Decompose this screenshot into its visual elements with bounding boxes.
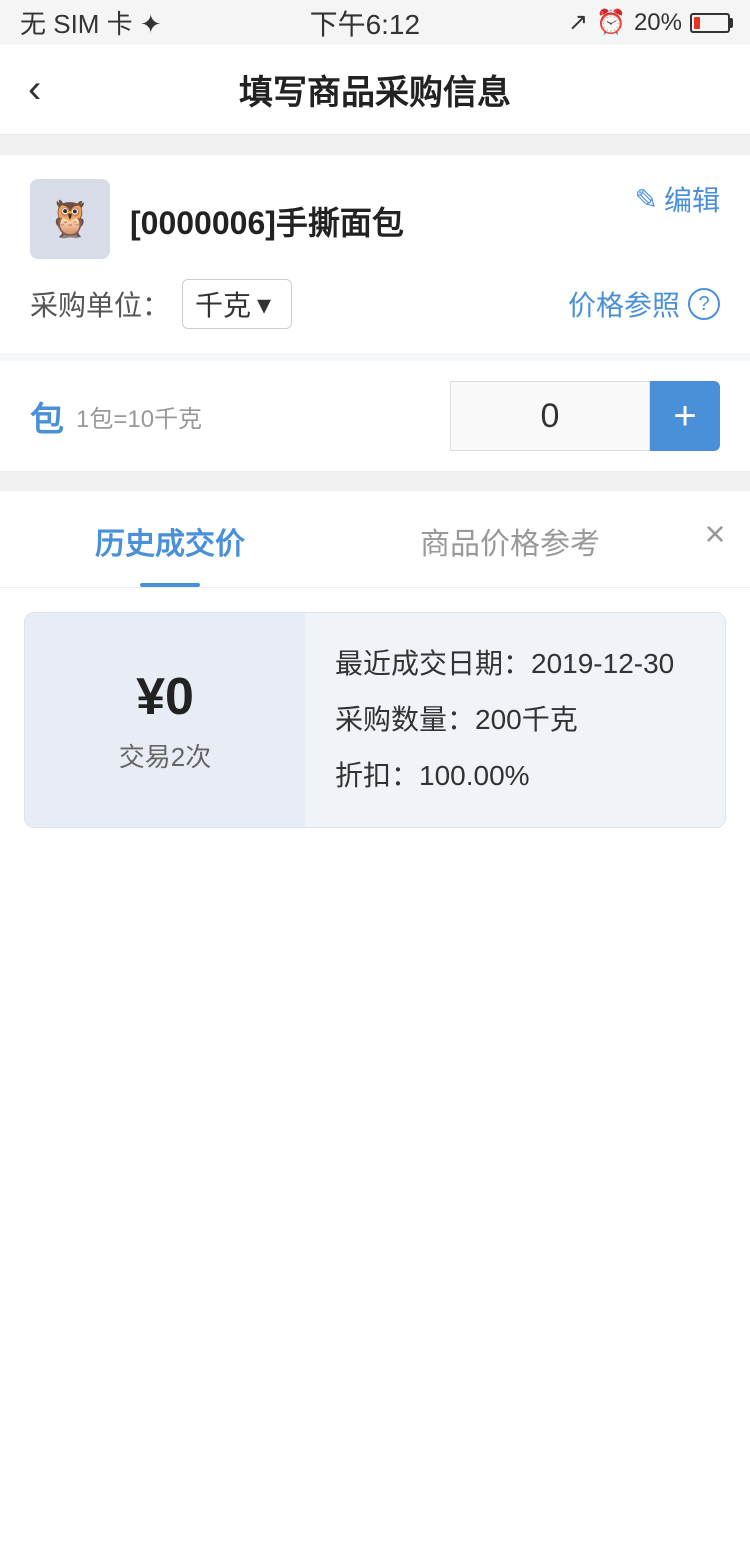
transaction-card: ¥0 交易2次 最近成交日期：2019-12-30 采购数量：200千克 折扣：… [24, 612, 726, 828]
unit-value: 千克 [195, 284, 251, 324]
tab-price-reference[interactable]: 商品价格参考 [340, 491, 680, 587]
sim-label: 无 SIM 卡 ✦ [20, 4, 162, 41]
question-icon: ? [688, 288, 720, 320]
unit-badge: 包 [30, 392, 64, 441]
transaction-price-panel: ¥0 交易2次 [25, 613, 305, 827]
status-left: 无 SIM 卡 ✦ [20, 4, 162, 41]
battery-percent: 20% [634, 9, 682, 37]
quantity-input[interactable] [450, 381, 650, 451]
product-unit-row: 采购单位： 千克 ▾ 价格参照 ? [30, 279, 720, 329]
quantity-row: 包 1包=10千克 + [0, 361, 750, 471]
page-body [0, 852, 750, 1552]
nav-bar: ‹ 填写商品采购信息 [0, 45, 750, 135]
detail-discount-value: 100.00% [419, 760, 530, 791]
chevron-down-icon: ▾ [257, 288, 271, 321]
edit-button[interactable]: ✎ 编辑 [635, 179, 720, 219]
quantity-control: + [450, 381, 720, 451]
status-right: ↗ ⏰ 20% [568, 8, 730, 37]
quantity-plus-button[interactable]: + [650, 381, 720, 451]
status-time: 下午6:12 [310, 3, 421, 43]
quantity-label: 包 1包=10千克 [30, 392, 202, 441]
transaction-price: ¥0 [136, 667, 194, 727]
product-thumbnail: 🦉 [30, 179, 110, 259]
edit-icon: ✎ [635, 183, 658, 216]
unit-select[interactable]: 千克 ▾ [182, 279, 292, 329]
transaction-list: ¥0 交易2次 最近成交日期：2019-12-30 采购数量：200千克 折扣：… [0, 588, 750, 852]
tabs-close-button[interactable]: × [680, 513, 750, 565]
unit-label-text: 采购单位： [30, 284, 170, 324]
transaction-count: 交易2次 [119, 737, 211, 774]
section-divider [0, 353, 750, 361]
product-header: 🦉 [0000006]手撕面包 ✎ 编辑 [30, 179, 720, 259]
alarm-icon: ⏰ [596, 8, 626, 37]
location-icon: ↗ [568, 8, 588, 37]
detail-discount-key: 折扣： [335, 760, 419, 791]
detail-qty-value: 200千克 [475, 704, 578, 735]
product-left: 🦉 [0000006]手撕面包 [30, 179, 404, 259]
price-reference-button[interactable]: 价格参照 ? [568, 284, 720, 324]
tab-history-price[interactable]: 历史成交价 [0, 491, 340, 587]
transaction-detail-qty: 采购数量：200千克 [335, 699, 695, 741]
price-ref-label: 价格参照 [568, 284, 680, 324]
status-bar: 无 SIM 卡 ✦ 下午6:12 ↗ ⏰ 20% [0, 0, 750, 45]
transaction-detail-discount: 折扣：100.00% [335, 755, 695, 797]
product-name: [0000006]手撕面包 [130, 198, 404, 244]
detail-date-value: 2019-12-30 [531, 648, 674, 679]
page-title: 填写商品采购信息 [239, 65, 511, 114]
product-card: 🦉 [0000006]手撕面包 ✎ 编辑 采购单位： 千克 ▾ 价格参照 ? [0, 155, 750, 353]
tabs-header: 历史成交价 商品价格参考 × [0, 491, 750, 588]
edit-label: 编辑 [664, 179, 720, 219]
transaction-detail-date: 最近成交日期：2019-12-30 [335, 643, 695, 685]
tabs-section: 历史成交价 商品价格参考 × ¥0 交易2次 最近成交日期：2019-12-30… [0, 491, 750, 852]
unit-left: 采购单位： 千克 ▾ [30, 279, 292, 329]
transaction-details: 最近成交日期：2019-12-30 采购数量：200千克 折扣：100.00% [305, 613, 725, 827]
battery-indicator [690, 13, 730, 33]
back-button[interactable]: ‹ [28, 67, 41, 112]
unit-conversion: 1包=10千克 [76, 399, 202, 434]
detail-qty-key: 采购数量： [335, 704, 475, 735]
detail-date-key: 最近成交日期： [335, 648, 531, 679]
